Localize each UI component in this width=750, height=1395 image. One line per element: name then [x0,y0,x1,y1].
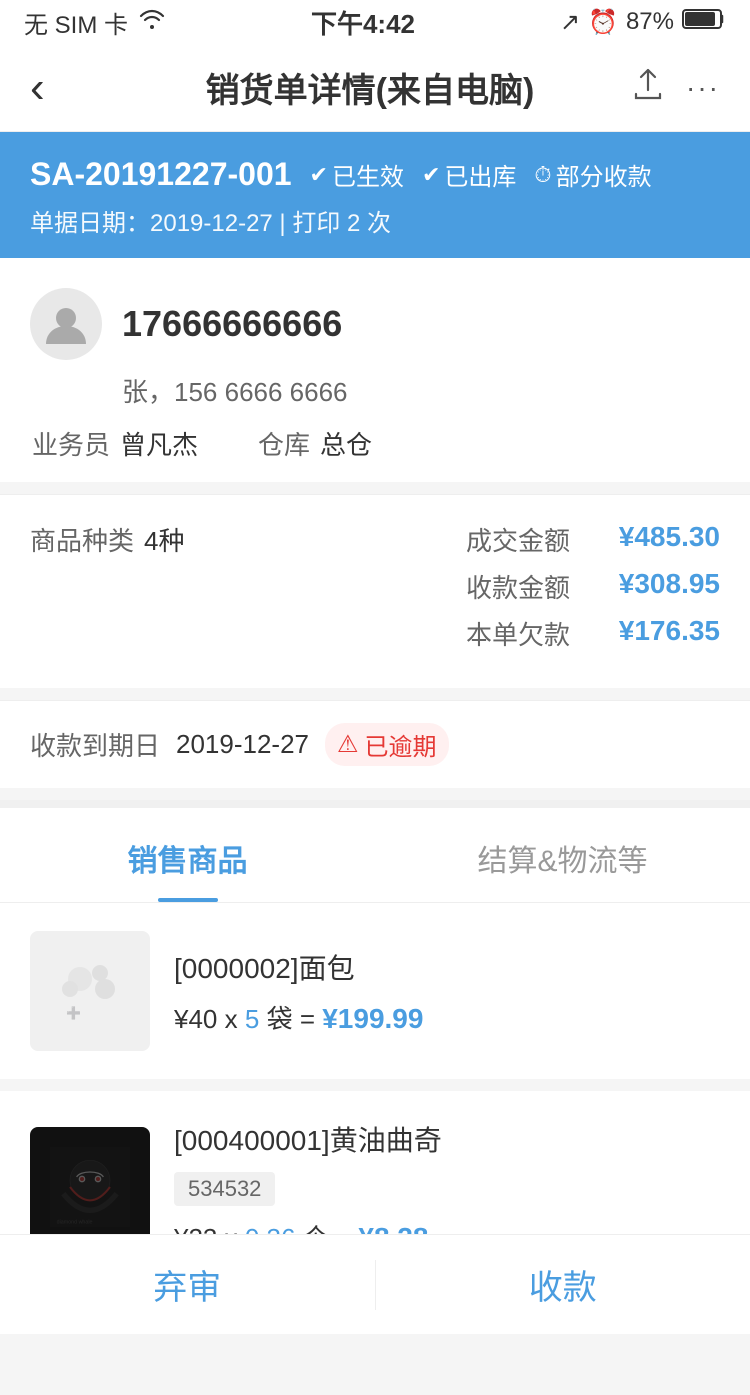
share-button[interactable] [630,66,666,110]
order-header: SA-20191227-001 ✔ 已生效 ✔ 已出库 ⏱ 部分收款 单据日期：… [0,132,750,258]
page-title: 销货单详情(来自电脑) [110,63,630,112]
nav-left: ‹ [30,63,110,113]
alarm-icon: ⏰ [588,8,618,37]
deal-amount-label: 成交金额 [466,521,570,558]
product-info-1: [0000002]面包 ¥40 x 5 袋 = ¥199.99 [174,947,720,1036]
due-date-label: 收款到期日 [30,726,160,763]
summary-right: 成交金额 ¥485.30 收款金额 ¥308.95 本单欠款 ¥176.35 [466,521,720,662]
product-kind-label: 商品种类 [30,521,134,558]
tab-sales-products[interactable]: 销售商品 [0,808,375,902]
summary-left: 商品种类 4种 [30,521,184,568]
nav-right: ··· [630,66,720,110]
product-name-1: [0000002]面包 [174,947,720,987]
clock-icon: ⏱ [534,162,551,188]
sim-status: 无 SIM 卡 [24,5,128,40]
confirm-button[interactable]: 收款 [376,1240,750,1329]
customer-name-phone: 张，156 6666 6666 [122,372,720,409]
badge-effective: ✔ 已生效 [310,157,404,192]
check-icon-1: ✔ [310,162,328,188]
product-thumb-1: ➕ [30,931,150,1051]
product-qty-1: 5 [245,1004,259,1034]
summary-section: 商品种类 4种 成交金额 ¥485.30 收款金额 ¥308.95 本单欠款 ¥… [0,495,750,688]
battery-icon [682,7,726,38]
status-left: 无 SIM 卡 [24,5,166,40]
bottom-bar: 弃审 收款 [0,1234,750,1334]
debt-value: ¥176.35 [600,615,720,652]
received-label: 收款金额 [466,568,570,605]
tab-settlement[interactable]: 结算&物流等 [375,808,750,902]
tabs-section: 销售商品 结算&物流等 [0,808,750,903]
received-value: ¥308.95 [600,568,720,605]
tabs-row: 销售商品 结算&物流等 [0,808,750,902]
product-item-1: ➕ [0000002]面包 ¥40 x 5 袋 = ¥199.99 [0,903,750,1079]
overdue-icon: ⚠ [337,730,359,759]
svg-text:diamond whale: diamond whale [57,1220,93,1226]
overdue-badge: ⚠ 已逾期 [325,723,449,766]
product-price-1: ¥40 x 5 袋 = ¥199.99 [174,999,720,1036]
wifi-icon [138,8,166,36]
debt-label: 本单欠款 [466,615,570,652]
deal-amount-value: ¥485.30 [600,521,720,558]
check-icon-2: ✔ [422,162,440,188]
product-name-2: [000400001]黄油曲奇 [174,1119,720,1159]
location-icon: ↗ [560,8,580,37]
status-bar: 无 SIM 卡 下午4:42 ↗ ⏰ 87% [0,0,750,44]
products-list: ➕ [0000002]面包 ¥40 x 5 袋 = ¥199.99 [0,903,750,1283]
sales-label: 业务员 [32,425,110,462]
svg-text:➕: ➕ [66,1006,81,1020]
order-id: SA-20191227-001 [30,156,292,193]
warehouse-value: 总仓 [320,425,372,462]
sales-person: 曾凡杰 [120,425,198,462]
status-right: ↗ ⏰ 87% [560,7,726,38]
product-tag-2: 534532 [174,1172,275,1206]
nav-bar: ‹ 销货单详情(来自电脑) ··· [0,44,750,132]
warehouse-label: 仓库 [258,425,310,462]
cancel-button[interactable]: 弃审 [0,1240,375,1329]
avatar [30,288,102,360]
customer-info-row: 业务员 曾凡杰 仓库 总仓 [32,425,720,462]
customer-account-id: 17666666666 [122,303,342,345]
badge-shipped: ✔ 已出库 [422,157,516,192]
back-button[interactable]: ‹ [30,63,45,113]
due-section: 收款到期日 2019-12-27 ⚠ 已逾期 [0,701,750,788]
product-total-1: ¥199.99 [322,1003,423,1034]
due-date-value: 2019-12-27 [176,729,309,760]
customer-section: 17666666666 张，156 6666 6666 业务员 曾凡杰 仓库 总… [0,258,750,482]
badge-partial: ⏱ 部分收款 [534,157,651,192]
order-meta: 单据日期：2019-12-27 | 打印 2 次 [30,203,720,238]
product-kind-value: 4种 [144,521,184,558]
product-thumb-2: diamond whale [30,1127,150,1247]
overdue-text: 已逾期 [365,727,437,762]
battery-level: 87% [626,8,674,36]
more-button[interactable]: ··· [686,72,720,104]
time-display: 下午4:42 [311,4,415,41]
